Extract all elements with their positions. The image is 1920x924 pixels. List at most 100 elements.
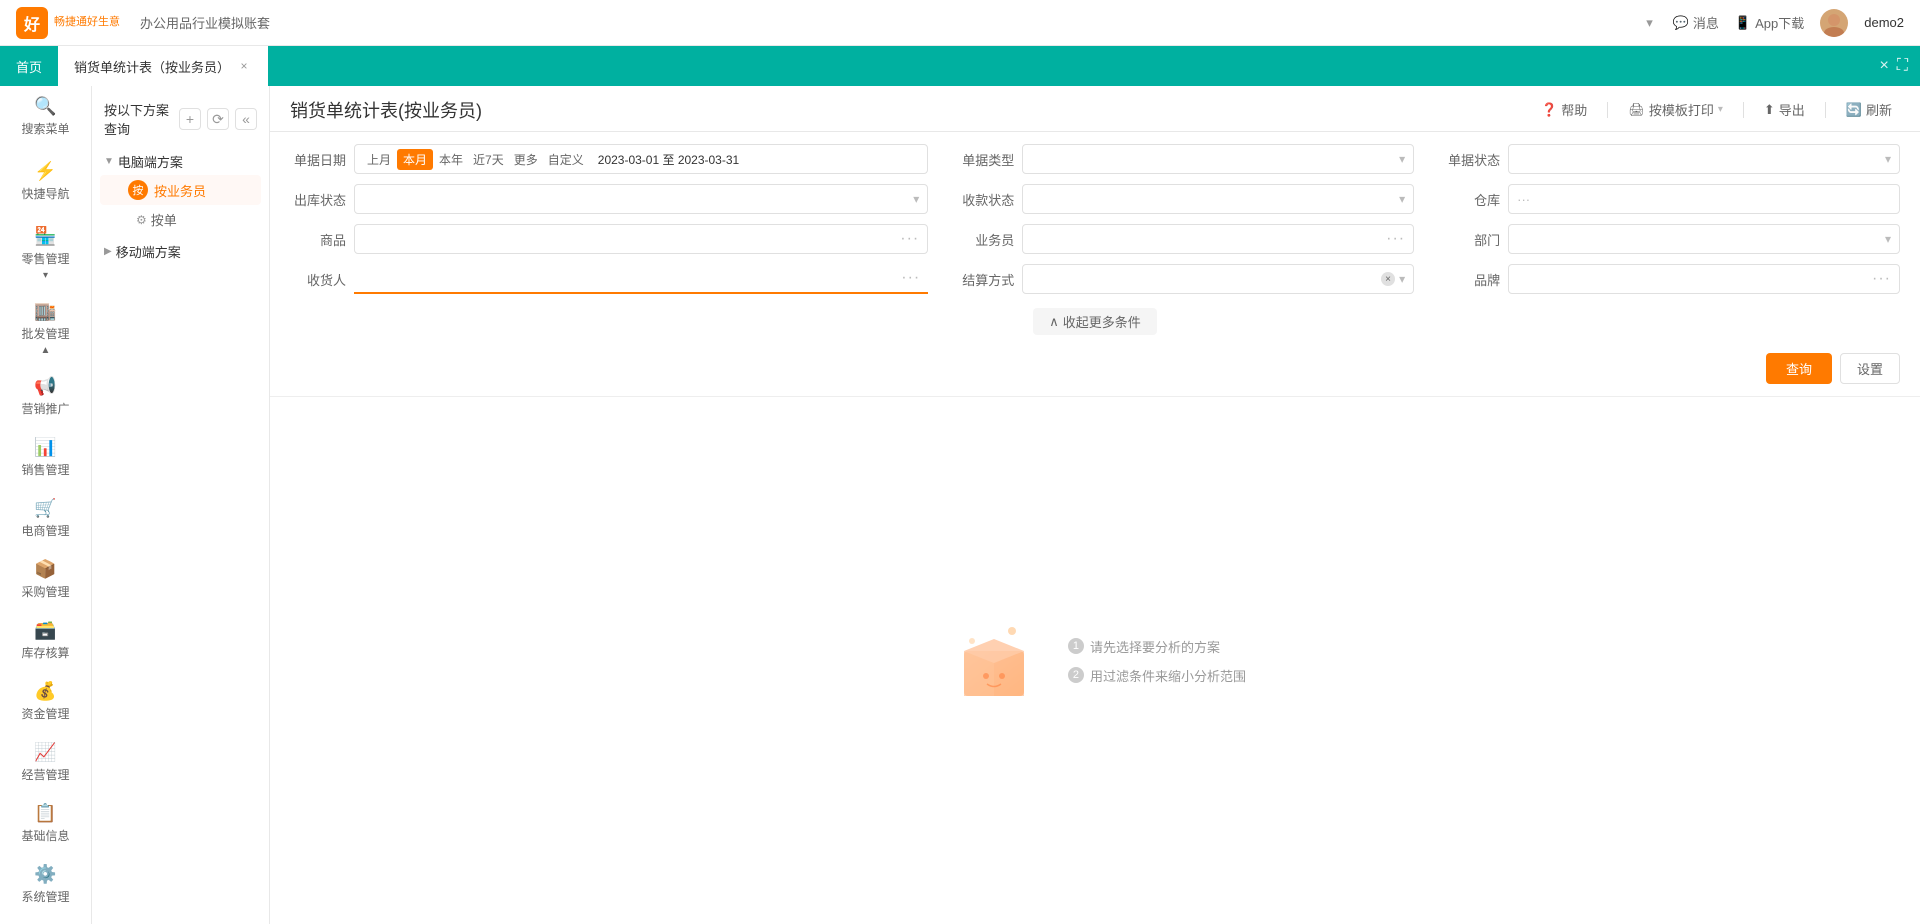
scheme-sub-item-by-order[interactable]: ⚙ 按单: [100, 205, 261, 234]
empty-inner: 1 请先选择要分析的方案 2 用过滤条件来缩小分析范围: [944, 611, 1246, 711]
tab-bar-right: × ⛶: [1879, 57, 1920, 75]
settlement-clear-btn[interactable]: ×: [1381, 272, 1395, 286]
nav-label[interactable]: 办公用品行业模拟账套: [140, 13, 1626, 32]
scheme-panel-header: 按以下方案查询 + ⟳ «: [92, 96, 269, 142]
action-divider-1: [1607, 102, 1608, 118]
query-btn[interactable]: 查询: [1766, 353, 1832, 384]
template-print-btn[interactable]: 🖨 按模板打印 ▾: [1620, 96, 1731, 123]
tab-sales-stat[interactable]: 销货单统计表（按业务员） ×: [58, 46, 268, 86]
scheme-panel: 按以下方案查询 + ⟳ « ▼ 电脑端方案 按 按业务员 ⚙ 按: [92, 86, 270, 924]
avatar[interactable]: [1820, 9, 1848, 37]
date-tab-this-month[interactable]: 本月: [397, 149, 433, 170]
scheme-group-desktop-header[interactable]: ▼ 电脑端方案: [100, 148, 261, 175]
print-arrow-icon: ▾: [1718, 104, 1723, 115]
sidebar-item-ecommerce[interactable]: 🛒 电商管理: [0, 488, 91, 549]
sidebar-item-operation[interactable]: 📈 经营管理: [0, 732, 91, 793]
filter-actions-block: 查询 设置: [270, 347, 1920, 397]
refresh-icon: 🔄: [1846, 102, 1862, 118]
type-control[interactable]: ▾: [1022, 144, 1414, 174]
goods-dots: ···: [900, 230, 919, 248]
sidebar-item-inventory[interactable]: 🗃️ 库存核算: [0, 610, 91, 671]
app-download-btn[interactable]: 📱 App下载: [1735, 13, 1804, 32]
date-tab-last-month[interactable]: 上月: [363, 149, 395, 170]
receipt-status-label: 收款状态: [958, 190, 1014, 209]
date-tabs: 上月 本月 本年 近7天 更多 自定义: [363, 149, 588, 170]
sidebar-item-finance[interactable]: 💰 资金管理: [0, 671, 91, 732]
tab-home[interactable]: 首页: [0, 46, 58, 86]
sales-icon: 📊: [34, 437, 56, 458]
logo-icon: 好: [16, 7, 48, 39]
tab-close-btn[interactable]: ×: [236, 58, 252, 74]
finance-icon: 💰: [34, 681, 56, 702]
scheme-refresh-btn[interactable]: ⟳: [207, 108, 229, 130]
goods-control[interactable]: ···: [354, 224, 928, 254]
sidebar-item-system[interactable]: ⚙️ 系统管理: [0, 854, 91, 915]
receiver-control[interactable]: ···: [354, 264, 928, 294]
scheme-add-btn[interactable]: +: [179, 108, 201, 130]
scheme-collapse-btn[interactable]: «: [235, 108, 257, 130]
sidebar-item-basic[interactable]: 📋 基础信息: [0, 793, 91, 854]
salesperson-dots: ···: [1386, 230, 1405, 248]
receipt-control[interactable]: ▾: [1022, 184, 1414, 214]
dept-control[interactable]: ▾: [1508, 224, 1900, 254]
page-actions: ❓ 帮助 🖨 按模板打印 ▾ ⬆ 导出: [1533, 96, 1900, 123]
type-arrow: ▾: [1399, 152, 1405, 166]
marketing-icon: 📢: [34, 376, 56, 397]
status-control[interactable]: ▾: [1508, 144, 1900, 174]
collapse-label: 收起更多条件: [1063, 312, 1141, 331]
sidebar-item-enterprise[interactable]: 🤝 企业协同: [0, 915, 91, 924]
sidebar-item-quick-nav[interactable]: ⚡ 快捷导航: [0, 151, 91, 212]
setting-btn[interactable]: 设置: [1840, 353, 1900, 384]
scheme-item-by-salesperson[interactable]: 按 按业务员: [100, 175, 261, 205]
refresh-btn[interactable]: 🔄 刷新: [1838, 96, 1900, 123]
sidebar-system-label: 系统管理: [21, 888, 69, 905]
date-tab-more[interactable]: 更多: [510, 149, 542, 170]
logo[interactable]: 好 畅捷通好生意: [16, 7, 120, 39]
warehouse-dots: ···: [1517, 192, 1891, 207]
settlement-control[interactable]: × ▾: [1022, 264, 1414, 294]
salesperson-control[interactable]: ···: [1022, 224, 1414, 254]
scheme-group-mobile-header[interactable]: ▶ 移动端方案: [100, 238, 261, 265]
msg-btn[interactable]: 💬 消息: [1673, 13, 1719, 32]
dept-arrow: ▾: [1885, 232, 1891, 246]
sidebar-item-marketing[interactable]: 📢 营销推广: [0, 366, 91, 427]
date-tab-7days[interactable]: 近7天: [469, 149, 508, 170]
empty-state: 1 请先选择要分析的方案 2 用过滤条件来缩小分析范围: [270, 397, 1920, 924]
help-label: 帮助: [1561, 100, 1587, 119]
nav-dropdown-icon[interactable]: ▾: [1646, 15, 1653, 31]
mobile-group-arrow: ▶: [104, 246, 112, 257]
scheme-item-salesperson-label: 按业务员: [154, 181, 206, 200]
hint-num-2: 2: [1068, 667, 1084, 683]
out-status-control[interactable]: ▾: [354, 184, 928, 214]
sidebar-item-purchase[interactable]: 📦 采购管理: [0, 549, 91, 610]
export-btn[interactable]: ⬆ 导出: [1756, 96, 1813, 123]
salesperson-label: 业务员: [958, 230, 1014, 249]
main-layout: 🔍 搜索菜单 ⚡ 快捷导航 🏪 零售管理 ▾ 🏬 批发管理 ▲ 📢 营销推广 📊…: [0, 86, 1920, 924]
msg-label: 消息: [1693, 13, 1719, 32]
tab-sales-stat-label: 销货单统计表（按业务员）: [74, 57, 230, 76]
sidebar-item-retail[interactable]: 🏪 零售管理 ▾: [0, 216, 91, 291]
warehouse-control[interactable]: ···: [1508, 184, 1900, 214]
tab-close-window-icon[interactable]: ×: [1879, 57, 1888, 75]
date-control[interactable]: 上月 本月 本年 近7天 更多 自定义 2023-03-01 至 2023-03…: [354, 144, 928, 174]
date-range: 2023-03-01 至 2023-03-31: [598, 151, 919, 168]
operation-icon: 📈: [34, 742, 56, 763]
page-header: 销货单统计表(按业务员) ❓ 帮助 🖨 按模板打印 ▾ ⬆: [270, 86, 1920, 132]
filter-date: 单据日期 上月 本月 本年 近7天 更多 自定义 2023-03-01 至 20…: [290, 144, 928, 174]
sidebar-item-sales[interactable]: 📊 销售管理: [0, 427, 91, 488]
user-name[interactable]: demo2: [1864, 15, 1904, 30]
content-area: 按以下方案查询 + ⟳ « ▼ 电脑端方案 按 按业务员 ⚙ 按: [92, 86, 1920, 924]
brand-control[interactable]: ···: [1508, 264, 1900, 294]
collapse-filters-btn[interactable]: ∧ 收起更多条件: [1033, 308, 1157, 335]
date-tab-custom[interactable]: 自定义: [544, 149, 588, 170]
sidebar-item-search[interactable]: 🔍 搜索菜单: [0, 86, 91, 147]
sidebar-item-wholesale[interactable]: 🏬 批发管理 ▲: [0, 291, 91, 366]
tab-maximize-icon[interactable]: ⛶: [1897, 57, 1908, 75]
export-icon: ⬆: [1764, 102, 1775, 118]
sidebar: 🔍 搜索菜单 ⚡ 快捷导航 🏪 零售管理 ▾ 🏬 批发管理 ▲ 📢 营销推广 📊…: [0, 86, 92, 924]
help-btn[interactable]: ❓ 帮助: [1533, 96, 1595, 123]
date-tab-this-year[interactable]: 本年: [435, 149, 467, 170]
settlement-arrow: ▾: [1399, 272, 1405, 286]
scheme-panel-title: 按以下方案查询: [104, 100, 179, 138]
sidebar-basic-label: 基础信息: [21, 827, 69, 844]
